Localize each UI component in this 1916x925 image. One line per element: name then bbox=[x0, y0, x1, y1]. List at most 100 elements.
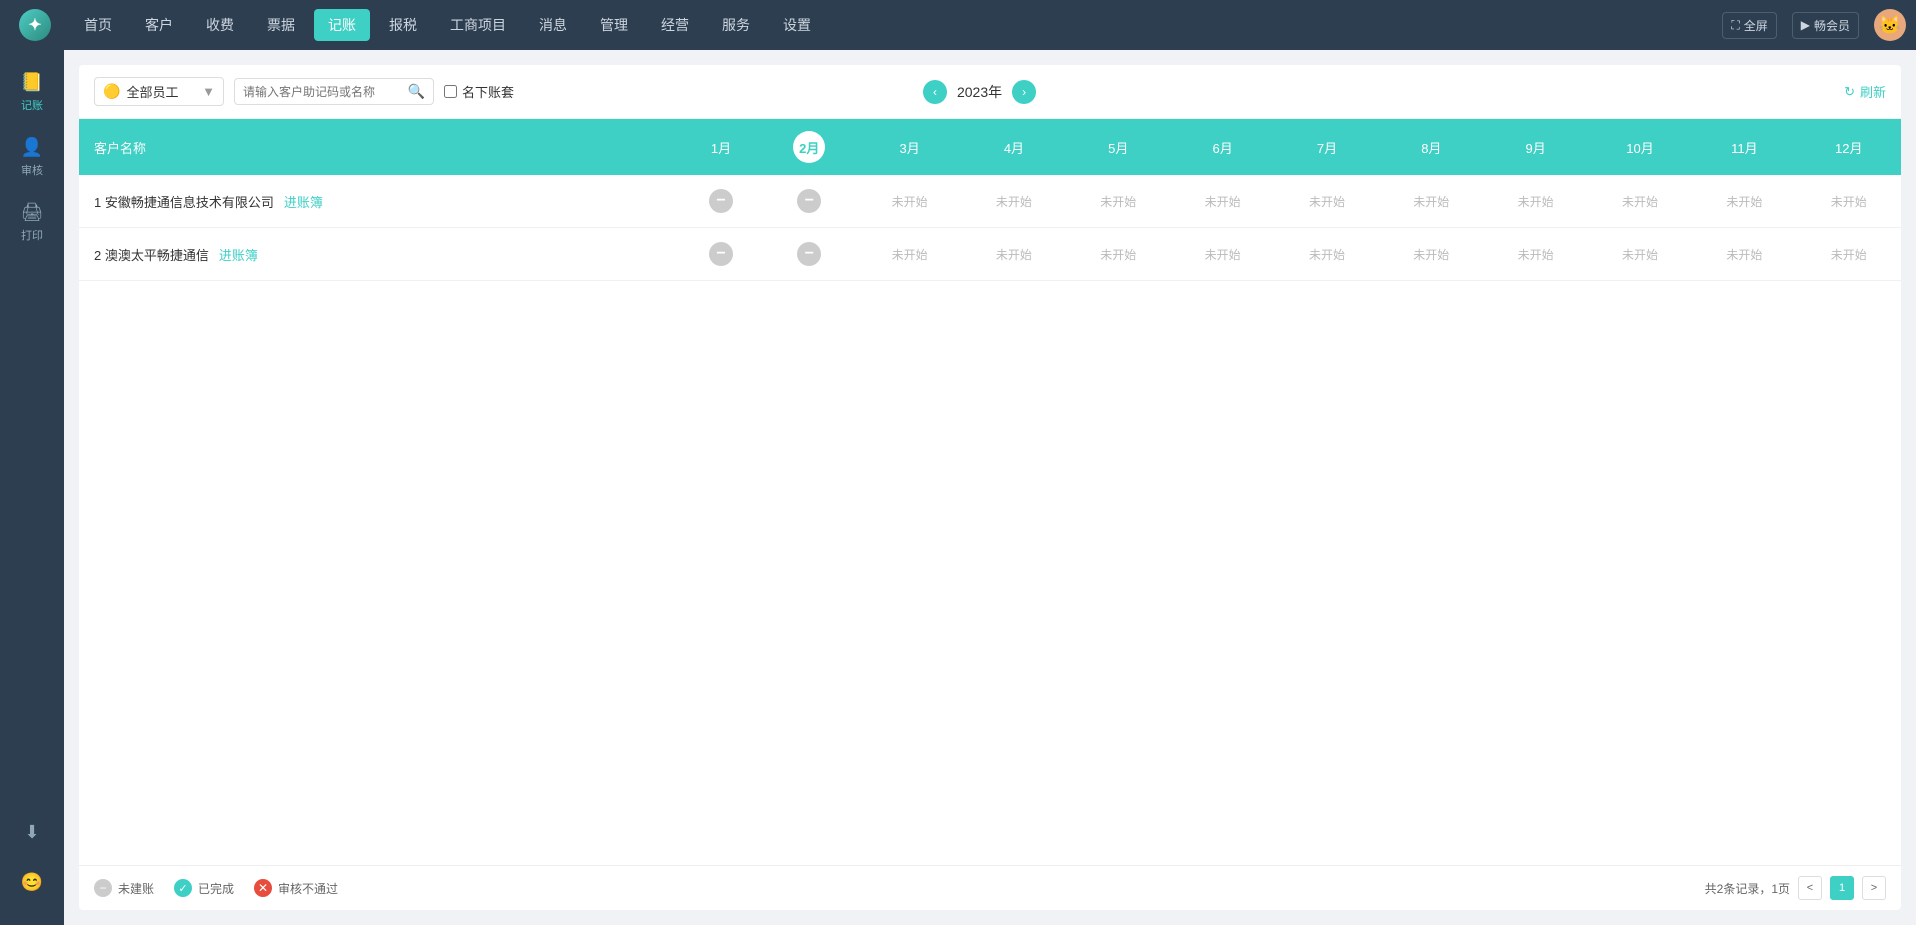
main-layout: 📒 记账 👤 审核 🖨 打印 ⬇ 😊 🟡 全部员工 bbox=[0, 50, 1916, 925]
col-month-2: 2月 bbox=[761, 119, 857, 175]
not-started-label: 未开始 bbox=[1100, 195, 1136, 209]
nav-business[interactable]: 工商项目 bbox=[436, 9, 520, 41]
main-card: 🟡 全部员工 ▼ 🔍 名下账套 ‹ 2023年 › bbox=[79, 65, 1901, 910]
not-started-label: 未开始 bbox=[892, 248, 928, 262]
col-month-4: 4月 bbox=[962, 119, 1066, 175]
prev-page-button[interactable]: < bbox=[1798, 876, 1822, 900]
fullscreen-label: 全屏 bbox=[1744, 17, 1768, 34]
cell-month_7: 未开始 bbox=[1275, 228, 1379, 281]
not-started-label: 未开始 bbox=[1622, 248, 1658, 262]
vip-icon: ▶ bbox=[1801, 18, 1810, 32]
fullscreen-button[interactable]: ⛶ 全屏 bbox=[1722, 12, 1776, 39]
cell-month_11: 未开始 bbox=[1692, 228, 1796, 281]
nav-invoice[interactable]: 票据 bbox=[253, 9, 309, 41]
sidebar-item-print[interactable]: 🖨 打印 bbox=[0, 190, 64, 255]
not-started-label: 未开始 bbox=[892, 195, 928, 209]
employee-label: 全部员工 bbox=[126, 82, 178, 101]
sidebar-item-bookkeeping[interactable]: 📒 记账 bbox=[0, 60, 64, 125]
col-month-9: 9月 bbox=[1483, 119, 1587, 175]
nav-settings[interactable]: 设置 bbox=[769, 9, 825, 41]
avatar[interactable]: 🐱 bbox=[1874, 9, 1906, 41]
print-icon: 🖨 bbox=[21, 202, 44, 223]
cell-month_10: 未开始 bbox=[1588, 228, 1692, 281]
checkbox-account[interactable] bbox=[444, 85, 457, 98]
cell-month_4: 未开始 bbox=[962, 228, 1066, 281]
next-year-button[interactable]: › bbox=[1012, 80, 1036, 104]
not-started-label: 未开始 bbox=[1100, 248, 1136, 262]
enter-ledger-link[interactable]: 进账簿 bbox=[219, 248, 258, 263]
cell-month_1[interactable]: − bbox=[681, 175, 761, 228]
status-minus-icon[interactable]: − bbox=[709, 242, 733, 266]
col-month-5: 5月 bbox=[1066, 119, 1170, 175]
year-nav: ‹ 2023年 › bbox=[923, 80, 1036, 104]
cell-month_2[interactable]: − bbox=[761, 175, 857, 228]
employee-select[interactable]: 🟡 全部员工 ▼ bbox=[94, 77, 224, 106]
not-started-label: 未开始 bbox=[996, 248, 1032, 262]
top-nav: ✦ 首页 客户 收费 票据 记账 报税 工商项目 消息 管理 经营 服务 设置 … bbox=[0, 0, 1916, 50]
status-minus-icon[interactable]: − bbox=[709, 189, 733, 213]
col-month-12: 12月 bbox=[1797, 119, 1901, 175]
enter-ledger-link[interactable]: 进账簿 bbox=[284, 195, 323, 210]
legend-complete: ✓ 已完成 bbox=[174, 879, 234, 897]
nav-items: 首页 客户 收费 票据 记账 报税 工商项目 消息 管理 经营 服务 设置 bbox=[70, 9, 1722, 41]
cell-month_2[interactable]: − bbox=[761, 228, 857, 281]
sidebar-item-audit[interactable]: 👤 审核 bbox=[0, 125, 64, 190]
dropdown-icon: ▼ bbox=[202, 84, 215, 99]
col-month-3: 3月 bbox=[857, 119, 961, 175]
content: 🟡 全部员工 ▼ 🔍 名下账套 ‹ 2023年 › bbox=[64, 50, 1916, 925]
nav-tax[interactable]: 报税 bbox=[375, 9, 431, 41]
nav-manage[interactable]: 管理 bbox=[586, 9, 642, 41]
page-1-button[interactable]: 1 bbox=[1830, 876, 1854, 900]
nav-home[interactable]: 首页 bbox=[70, 9, 126, 41]
nav-right: ⛶ 全屏 ▶ 畅会员 🐱 bbox=[1722, 9, 1906, 41]
table-header-row: 客户名称 1月 2月 3月 4月 5月 6月 7月 8月 9月 bbox=[79, 119, 1901, 175]
col-month-7: 7月 bbox=[1275, 119, 1379, 175]
sidebar: 📒 记账 👤 审核 🖨 打印 ⬇ 😊 bbox=[0, 50, 64, 925]
table-container: 客户名称 1月 2月 3月 4月 5月 6月 7月 8月 9月 bbox=[79, 119, 1901, 865]
next-page-button[interactable]: > bbox=[1862, 876, 1886, 900]
logo-icon: ✦ bbox=[19, 9, 51, 41]
prev-year-button[interactable]: ‹ bbox=[923, 80, 947, 104]
status-minus-icon[interactable]: − bbox=[797, 189, 821, 213]
cell-month_11: 未开始 bbox=[1692, 175, 1796, 228]
bookkeeping-icon: 📒 bbox=[21, 72, 43, 93]
nav-service[interactable]: 服务 bbox=[708, 9, 764, 41]
refresh-button[interactable]: ↻ 刷新 bbox=[1844, 82, 1886, 101]
not-started-label: 未开始 bbox=[1309, 195, 1345, 209]
nav-operation[interactable]: 经营 bbox=[647, 9, 703, 41]
logo: ✦ bbox=[10, 9, 60, 41]
sidebar-download[interactable]: ⬇ bbox=[21, 810, 43, 855]
status-minus-icon[interactable]: − bbox=[797, 242, 821, 266]
search-input[interactable] bbox=[243, 85, 402, 99]
nav-fee[interactable]: 收费 bbox=[192, 9, 248, 41]
search-icon[interactable]: 🔍 bbox=[408, 83, 425, 100]
client-index: 1 bbox=[94, 195, 105, 210]
col-month-10: 10月 bbox=[1588, 119, 1692, 175]
refresh-label: 刷新 bbox=[1860, 82, 1886, 101]
col-month-1: 1月 bbox=[681, 119, 761, 175]
col-month-8: 8月 bbox=[1379, 119, 1483, 175]
checkbox-label[interactable]: 名下账套 bbox=[444, 82, 514, 101]
nav-client[interactable]: 客户 bbox=[131, 9, 187, 41]
cell-month_9: 未开始 bbox=[1483, 175, 1587, 228]
cell-month_1[interactable]: − bbox=[681, 228, 761, 281]
person-icon: 🟡 bbox=[103, 83, 120, 100]
nav-message[interactable]: 消息 bbox=[525, 9, 581, 41]
cell-month_7: 未开始 bbox=[1275, 175, 1379, 228]
main-table: 客户名称 1月 2月 3月 4月 5月 6月 7月 8月 9月 bbox=[79, 119, 1901, 281]
download-icon: ⬇ bbox=[24, 822, 39, 843]
col-month-6: 6月 bbox=[1170, 119, 1274, 175]
vip-label: 畅会员 bbox=[1814, 17, 1850, 34]
cell-month_6: 未开始 bbox=[1170, 228, 1274, 281]
footer: − 未建账 ✓ 已完成 ✕ 审核不通过 共2条记录，1页 < 1 > bbox=[79, 865, 1901, 910]
user-icon: 😊 bbox=[21, 872, 43, 893]
fullscreen-icon: ⛶ bbox=[1731, 18, 1739, 33]
cell-month_8: 未开始 bbox=[1379, 175, 1483, 228]
refresh-icon: ↻ bbox=[1844, 84, 1855, 100]
nav-bookkeeping[interactable]: 记账 bbox=[314, 9, 370, 41]
sidebar-user[interactable]: 😊 bbox=[21, 860, 43, 905]
vip-button[interactable]: ▶ 畅会员 bbox=[1792, 12, 1859, 39]
not-started-label: 未开始 bbox=[1413, 195, 1449, 209]
legend-not-built-label: 未建账 bbox=[118, 880, 154, 897]
col-month-11: 11月 bbox=[1692, 119, 1796, 175]
